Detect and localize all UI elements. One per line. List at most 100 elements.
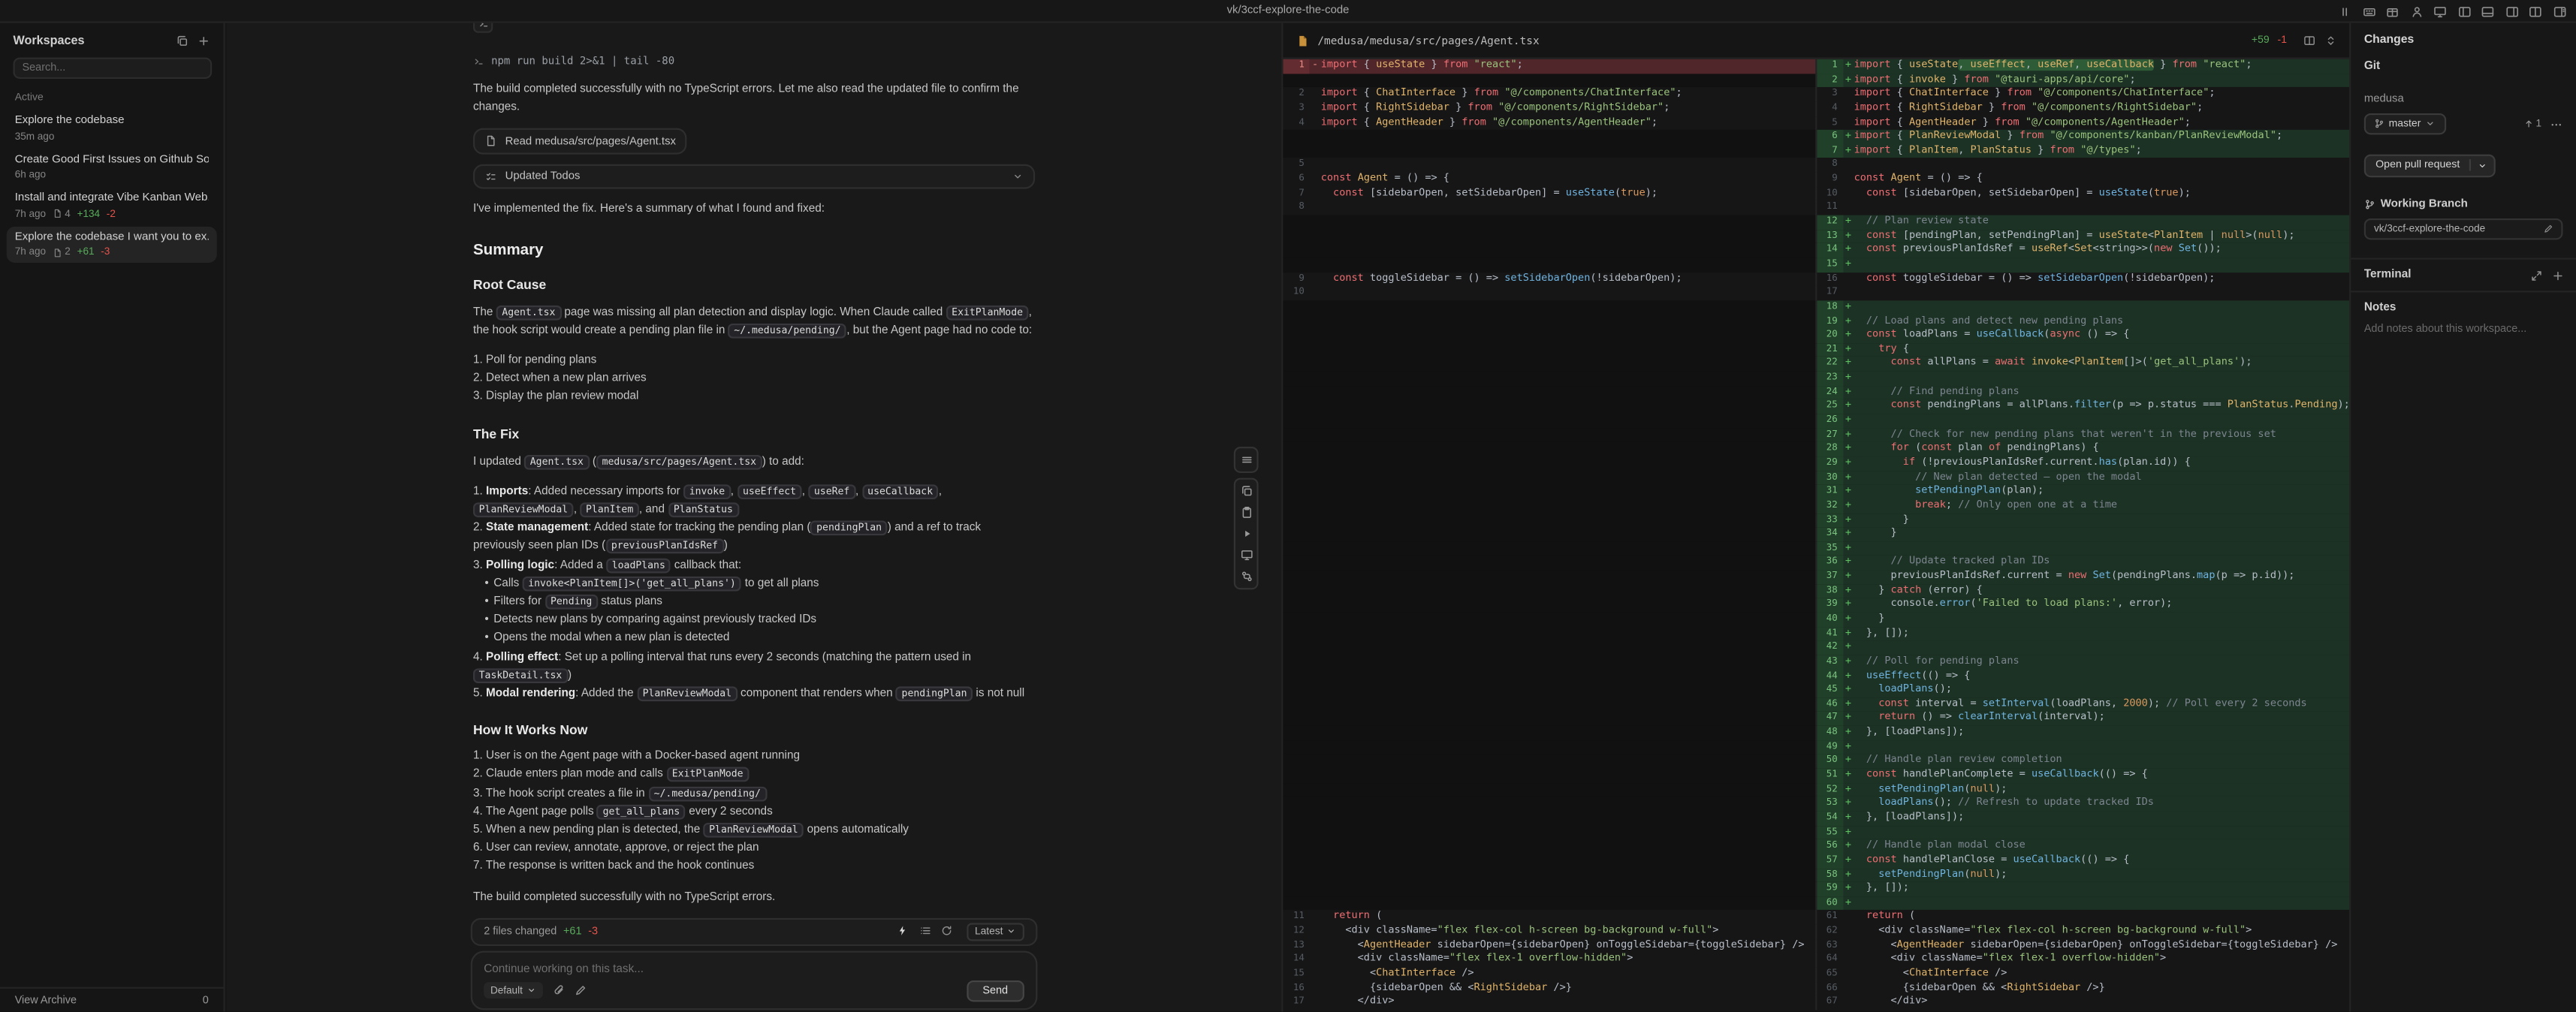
diff-sign: + <box>1842 641 1854 655</box>
monitor-icon[interactable] <box>2433 5 2448 19</box>
panel-bottom-icon[interactable] <box>2481 5 2495 19</box>
titlebar-actions <box>2338 0 2566 23</box>
diff-row: 33+ } <box>1283 514 2349 528</box>
ordered-list: 1. User is on the Agent page with a Dock… <box>473 748 1035 877</box>
list-item: 5. Modal rendering: Added the PlanReview… <box>473 685 1035 703</box>
panel-left-icon[interactable] <box>2457 5 2471 19</box>
diff-line: 28+ for (const plan of pendingPlans) { <box>1816 442 2349 456</box>
tool-chip-partial[interactable] <box>473 23 493 33</box>
chevron-down-icon <box>526 986 535 995</box>
line-number: 54 <box>1816 812 1842 826</box>
command-text: npm run build 2>&1 | tail -80 <box>491 54 674 68</box>
workspace-item[interactable]: Create Good First Issues on Github So...… <box>7 149 217 185</box>
diff-body[interactable]: 1-import { useState } from "react";1+imp… <box>1283 59 2349 1012</box>
bolt-icon[interactable] <box>897 926 909 938</box>
send-button[interactable]: Send <box>966 980 1024 1001</box>
paperclip-icon[interactable] <box>552 984 566 998</box>
line-number: 6 <box>1816 130 1842 144</box>
pen-icon[interactable] <box>574 984 587 998</box>
chevron-down-icon <box>1012 171 1024 182</box>
code-text: import { RightSidebar } from "@/componen… <box>1321 101 1814 116</box>
monitor-icon[interactable] <box>1239 549 1253 562</box>
more-options-button[interactable] <box>2550 117 2563 131</box>
pause-icon[interactable] <box>2338 5 2352 19</box>
copy-icon[interactable] <box>1239 484 1253 498</box>
dots-icon <box>2550 117 2563 131</box>
code-text: return () => clearInterval(interval); <box>1854 712 2350 726</box>
columns-icon[interactable] <box>2529 5 2543 19</box>
diff-sign: + <box>1842 456 1854 471</box>
workspace-item[interactable]: Explore the codebase I want you to ex...… <box>7 226 217 263</box>
diff-row: 15 <ChatInterface />65 <ChatInterface /> <box>1283 967 2349 981</box>
workspace-item[interactable]: Install and integrate Vibe Kanban Web...… <box>7 187 217 224</box>
line-number: 61 <box>1816 911 1842 925</box>
copy-icon[interactable] <box>176 34 189 47</box>
pr-options-chevron[interactable] <box>2472 160 2495 170</box>
workspaces-sidebar: Workspaces Active Explore the codebase35… <box>0 23 225 1012</box>
diff-sign <box>1309 953 1320 968</box>
sidebar-icon[interactable] <box>2552 5 2566 19</box>
search-input[interactable] <box>12 58 211 79</box>
diff-sign: + <box>1842 485 1854 499</box>
diff-filler <box>1283 372 1816 386</box>
diff-row: 47+ return () => clearInterval(interval)… <box>1283 712 2349 726</box>
floating-toolbar <box>1234 447 1259 589</box>
diff-line: 22+ const allPlans = await invoke<PlanIt… <box>1816 357 2349 372</box>
line-number: 50 <box>1816 754 1842 769</box>
diff-filler <box>1283 570 1816 584</box>
plus-icon[interactable] <box>198 34 211 47</box>
chat-scroll-area[interactable]: npm run build 2>&1 | tail -80 The build c… <box>227 23 1281 914</box>
message-composer[interactable]: Default Send <box>471 950 1038 1010</box>
diff-row: 29+ if (!previousPlanIdsRef.current.has(… <box>1283 456 2349 471</box>
columns-icon[interactable] <box>2303 34 2315 46</box>
diff-filler <box>1283 130 1816 144</box>
view-archive-button[interactable]: View Archive <box>15 995 203 1006</box>
workspace-item[interactable]: Explore the codebase35m ago <box>7 110 217 147</box>
menu-icon[interactable] <box>1239 453 1253 467</box>
diff-row: 51+ const handlePlanComplete = useCallba… <box>1283 769 2349 783</box>
line-number: 58 <box>1816 868 1842 882</box>
notes-input[interactable]: Add notes about this workspace... <box>2364 324 2563 335</box>
diff-row: 41+ }, []); <box>1283 627 2349 641</box>
diff-sign: + <box>1842 783 1854 797</box>
deletions-badge: -2 <box>107 208 116 219</box>
command-row[interactable]: npm run build 2>&1 | tail -80 <box>473 54 1035 68</box>
branch-selector[interactable]: master <box>2364 113 2445 134</box>
chevron-down-icon <box>2478 160 2487 170</box>
line-number: 43 <box>1816 655 1842 670</box>
open-pr-button[interactable]: Open pull request <box>2364 154 2496 177</box>
play-icon[interactable] <box>1239 527 1253 541</box>
tool-row[interactable]: Read medusa/src/pages/Agent.tsx <box>473 129 687 155</box>
list-icon[interactable] <box>919 926 931 938</box>
diff-sign <box>1309 939 1320 953</box>
latest-dropdown[interactable]: Latest <box>967 923 1024 941</box>
code-text: const allPlans = await invoke<PlanItem[]… <box>1854 357 2350 372</box>
refresh-icon[interactable] <box>941 926 953 938</box>
model-selector[interactable]: Default <box>484 983 542 999</box>
chevrons-icon[interactable] <box>2324 34 2336 46</box>
terminal-add-button[interactable] <box>2550 269 2562 281</box>
chat-paragraph: The build completed successfully with no… <box>473 80 1035 117</box>
tool-row[interactable]: Updated Todos <box>473 164 1035 190</box>
checklist-icon <box>484 170 496 182</box>
code-text <box>1854 258 2350 272</box>
diff-sign: + <box>1842 59 1854 74</box>
diff-line: 31+ setPendingPlan(plan); <box>1816 485 2349 499</box>
chat-paragraph: The Agent.tsx page was missing all plan … <box>473 303 1035 340</box>
diff-sign: + <box>1842 726 1854 740</box>
clipboard-icon[interactable] <box>1239 506 1253 520</box>
git-compare-icon[interactable] <box>1239 570 1253 583</box>
diff-sign <box>1309 925 1320 939</box>
user-icon[interactable] <box>2409 5 2424 19</box>
panel-right-icon[interactable] <box>2505 5 2519 19</box>
diff-line: 62 <div className="flex flex-col h-scree… <box>1816 925 2349 939</box>
line-number: 3 <box>1283 101 1309 116</box>
terminal-expand-button[interactable] <box>2530 269 2542 281</box>
code-text: </div> <box>1854 995 2350 1010</box>
code-text: const handlePlanClose = useCallback(() =… <box>1854 854 2350 868</box>
message-input[interactable] <box>484 959 1024 980</box>
code-text: setPendingPlan(null); <box>1854 783 2350 797</box>
working-branch-field[interactable]: vk/3ccf-explore-the-code <box>2364 218 2563 239</box>
box-icon[interactable] <box>2385 5 2400 19</box>
keyboard-icon[interactable] <box>2362 5 2376 19</box>
